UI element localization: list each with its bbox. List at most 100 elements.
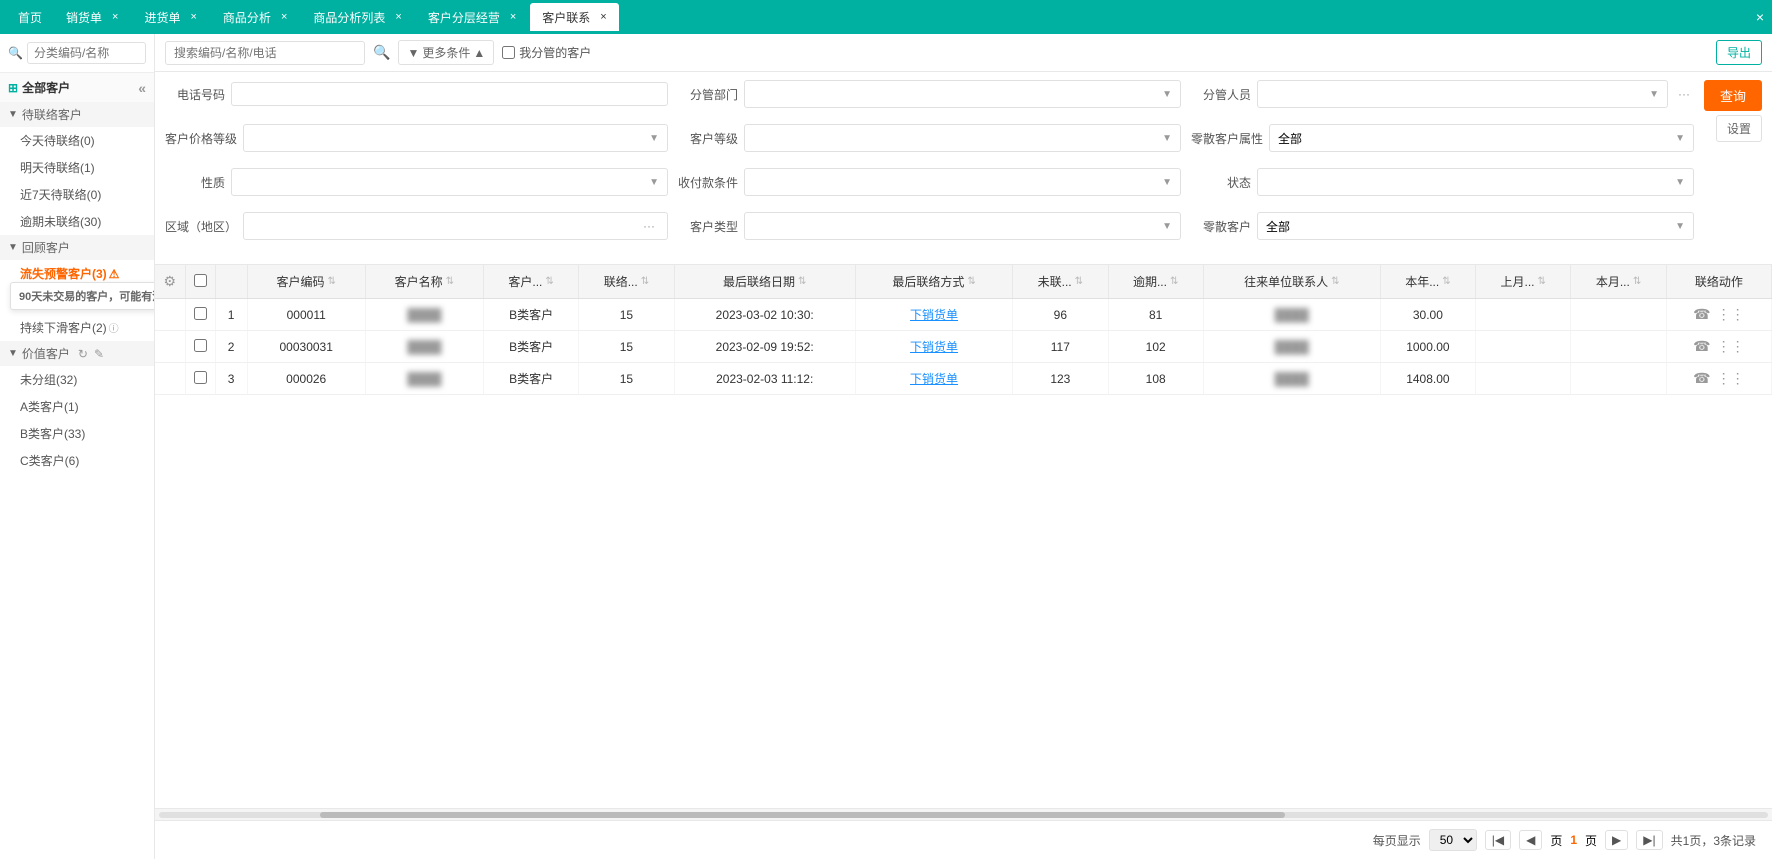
row-action-contact-1[interactable]: ☎ [1693, 338, 1710, 355]
sidebar-item-7days[interactable]: 近7天待联络(0) [0, 181, 154, 208]
row-action-contact-2[interactable]: ☎ [1693, 370, 1710, 387]
sort-type-icon[interactable]: ⇅ [545, 276, 553, 287]
tab-purchase[interactable]: 进货单 × [132, 3, 208, 31]
section-review[interactable]: ▼ 回顾客户 [0, 235, 154, 260]
sidebar-item-tomorrow[interactable]: 明天待联络(1) [0, 154, 154, 181]
tab-sales-close[interactable]: × [112, 11, 118, 23]
th-type[interactable]: 客户... ⇅ [483, 265, 578, 299]
th-company-contact[interactable]: 往来单位联系人 ⇅ [1203, 265, 1380, 299]
th-name[interactable]: 客户名称 ⇅ [365, 265, 483, 299]
sort-not-contacted-icon[interactable]: ⇅ [1075, 276, 1083, 287]
customer-type-select[interactable]: ▼ [744, 212, 1181, 240]
horizontal-scrollbar[interactable] [155, 808, 1772, 820]
row-last-method-1[interactable]: 下销货单 [855, 331, 1012, 363]
sort-current-month-icon[interactable]: ⇅ [1633, 276, 1641, 287]
row-checkbox-cell[interactable] [185, 363, 215, 395]
my-customers-checkbox[interactable]: 我分管的客户 [502, 44, 591, 61]
th-code[interactable]: 客户编码 ⇅ [247, 265, 365, 299]
tab-sales[interactable]: 销货单 × [54, 3, 130, 31]
row-action-contact-0[interactable]: ☎ [1693, 306, 1710, 323]
section-pending-contact[interactable]: ▼ 待联络客户 [0, 102, 154, 127]
sort-last-month-icon[interactable]: ⇅ [1538, 276, 1546, 287]
tab-analysis-close[interactable]: × [281, 11, 287, 23]
scroll-thumb[interactable] [320, 812, 1285, 818]
customer-level-select[interactable]: ▼ [744, 124, 1181, 152]
more-conditions-button[interactable]: ▼ 更多条件 ▲ [398, 40, 494, 65]
refresh-icon[interactable]: ↻ [78, 347, 88, 361]
th-settings[interactable]: ⚙ [155, 265, 185, 299]
th-current-month[interactable]: 本月... ⇅ [1571, 265, 1666, 299]
sidebar-item-class-a[interactable]: A类客户(1) [0, 393, 154, 420]
th-overdue[interactable]: 逾期... ⇅ [1108, 265, 1203, 299]
row-checkbox-0[interactable] [194, 307, 207, 320]
row-checkbox-cell[interactable] [185, 299, 215, 331]
main-search-button[interactable]: 🔍 [373, 44, 390, 61]
sort-last-date-icon[interactable]: ⇅ [798, 276, 806, 287]
settings-icon[interactable]: ⚙ [163, 273, 176, 289]
payment-select[interactable]: ▼ [744, 168, 1181, 196]
edit-icon[interactable]: ✎ [94, 347, 104, 361]
row-last-method-link-0[interactable]: 下销货单 [910, 308, 958, 322]
sidebar-search-input[interactable] [27, 42, 146, 64]
sort-current-year-icon[interactable]: ⇅ [1442, 276, 1450, 287]
region-select[interactable]: ··· [243, 212, 668, 240]
row-last-method-link-1[interactable]: 下销货单 [910, 340, 958, 354]
tab-customer-contact-close[interactable]: × [600, 11, 606, 23]
tab-analysis-list[interactable]: 商品分析列表 × [301, 3, 413, 31]
th-current-year[interactable]: 本年... ⇅ [1380, 265, 1475, 299]
sort-last-method-icon[interactable]: ⇅ [967, 276, 975, 287]
home-tab[interactable]: 首页 [8, 9, 52, 26]
sort-code-icon[interactable]: ⇅ [328, 276, 336, 287]
query-button[interactable]: 查询 [1704, 80, 1762, 111]
region-dots[interactable]: ··· [639, 219, 659, 233]
person-select[interactable]: ▼ [1257, 80, 1668, 108]
first-page-button[interactable]: |◀ [1485, 830, 1511, 850]
prev-page-button[interactable]: ◀ [1519, 830, 1542, 850]
zero-attr-select[interactable]: 全部 ▼ [1269, 124, 1694, 152]
price-level-select[interactable]: ▼ [243, 124, 668, 152]
sort-company-contact-icon[interactable]: ⇅ [1331, 276, 1339, 287]
nature-select[interactable]: ▼ [231, 168, 668, 196]
tab-analysis-list-close[interactable]: × [395, 11, 401, 23]
tab-purchase-close[interactable]: × [190, 11, 196, 23]
row-last-method-2[interactable]: 下销货单 [855, 363, 1012, 395]
th-not-contacted[interactable]: 未联... ⇅ [1013, 265, 1108, 299]
row-action-more-1[interactable]: ⋮⋮ [1717, 338, 1745, 355]
th-last-month[interactable]: 上月... ⇅ [1476, 265, 1571, 299]
sidebar-item-today[interactable]: 今天待联络(0) [0, 127, 154, 154]
row-checkbox-1[interactable] [194, 339, 207, 352]
page-size-select[interactable]: 50 [1429, 829, 1477, 851]
sidebar-item-class-c[interactable]: C类客户(6) [0, 447, 154, 474]
main-search-input[interactable] [165, 41, 365, 65]
sidebar-item-churn-warning[interactable]: 流失预警客户(3) ⚠ 90天未交易的客户，可能有流失风险。 [0, 260, 154, 287]
sidebar-item-overdue[interactable]: 逾期未联络(30) [0, 208, 154, 235]
th-checkbox[interactable] [185, 265, 215, 299]
section-value[interactable]: ▼ 价值客户 ↻ ✎ [0, 341, 154, 366]
zero-customer-select[interactable]: 全部 ▼ [1257, 212, 1694, 240]
row-action-more-0[interactable]: ⋮⋮ [1717, 306, 1745, 323]
th-contact-count[interactable]: 联络... ⇅ [579, 265, 674, 299]
sidebar-collapse-button[interactable]: « [138, 80, 146, 96]
tab-customer-tier-close[interactable]: × [510, 11, 516, 23]
row-checkbox-cell[interactable] [185, 331, 215, 363]
th-last-method[interactable]: 最后联络方式 ⇅ [855, 265, 1012, 299]
tab-analysis[interactable]: 商品分析 × [211, 3, 299, 31]
dept-select[interactable]: ▼ [744, 80, 1181, 108]
tab-customer-contact[interactable]: 客户联系 × [530, 3, 618, 31]
next-page-button[interactable]: ▶ [1605, 830, 1628, 850]
my-customers-check[interactable] [502, 46, 515, 59]
sort-name-icon[interactable]: ⇅ [446, 276, 454, 287]
sort-contact-count-icon[interactable]: ⇅ [641, 276, 649, 287]
all-customers-header[interactable]: ⊞ 全部客户 « [0, 73, 154, 102]
settings-button[interactable]: 设置 [1716, 115, 1762, 142]
status-select[interactable]: ▼ [1257, 168, 1694, 196]
sort-overdue-icon[interactable]: ⇅ [1170, 276, 1178, 287]
row-action-more-2[interactable]: ⋮⋮ [1717, 370, 1745, 387]
close-all-button[interactable]: × [1756, 9, 1764, 25]
row-last-method-link-2[interactable]: 下销货单 [910, 372, 958, 386]
sidebar-item-class-b[interactable]: B类客户(33) [0, 420, 154, 447]
last-page-button[interactable]: ▶| [1636, 830, 1662, 850]
row-checkbox-2[interactable] [194, 371, 207, 384]
th-last-date[interactable]: 最后联络日期 ⇅ [674, 265, 855, 299]
sidebar-item-ungrouped[interactable]: 未分组(32) [0, 366, 154, 393]
